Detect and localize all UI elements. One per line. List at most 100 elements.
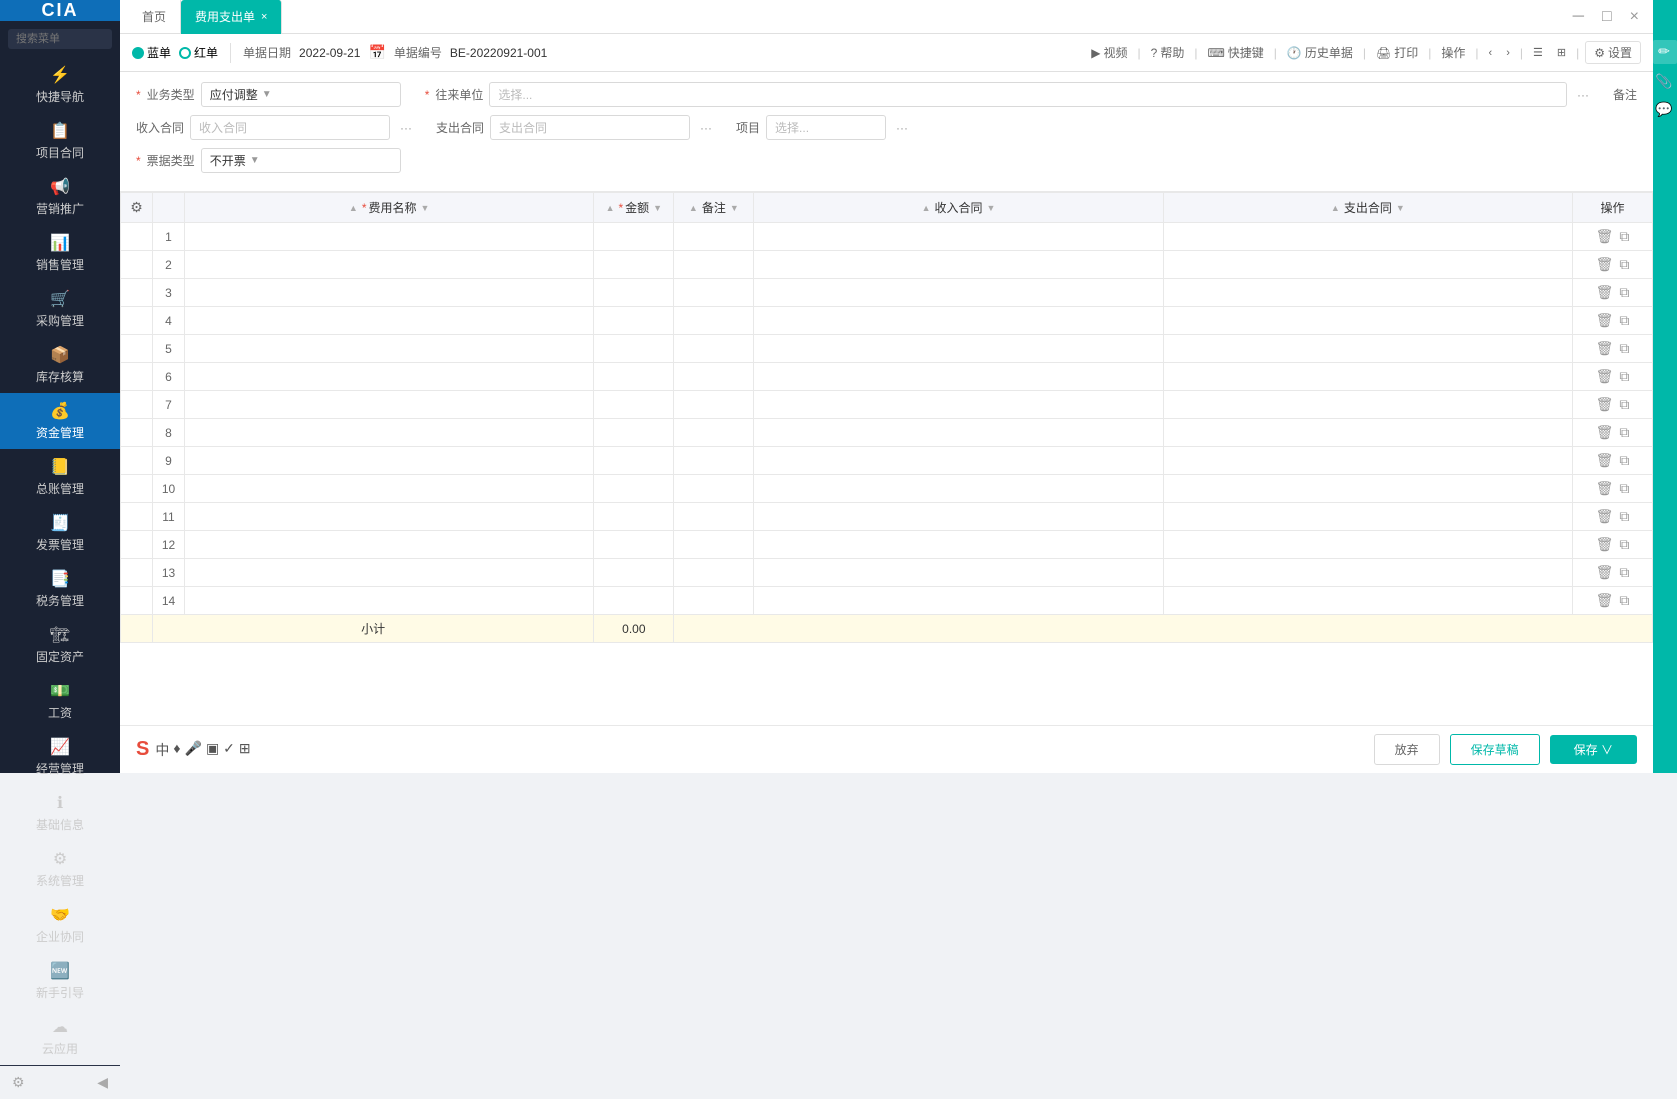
nav-next-button[interactable]: ›: [1502, 45, 1514, 61]
help-button[interactable]: ? 帮助: [1147, 42, 1189, 63]
row-copy-2[interactable]: ⧉: [1619, 256, 1629, 273]
row-amount-10[interactable]: [594, 475, 674, 503]
brand-icon-4[interactable]: ▣: [206, 740, 219, 760]
row-note-5[interactable]: [674, 335, 754, 363]
row-expense-11[interactable]: [1163, 503, 1572, 531]
tab-expense-sheet[interactable]: 费用支出单×: [181, 0, 282, 34]
sidebar-item-salary[interactable]: 💵工资: [0, 673, 120, 729]
row-note-1[interactable]: [674, 223, 754, 251]
save-draft-button[interactable]: 保存草稿: [1450, 734, 1540, 765]
expense-contract-dots[interactable]: ···: [700, 121, 712, 135]
maximize-button[interactable]: □: [1596, 6, 1618, 28]
sidebar-item-invoice-mgmt[interactable]: 🧾发票管理: [0, 505, 120, 561]
row-name-1[interactable]: [185, 223, 594, 251]
row-amount-3[interactable]: [594, 279, 674, 307]
row-copy-3[interactable]: ⧉: [1619, 284, 1629, 301]
row-income-4[interactable]: [754, 307, 1163, 335]
row-name-6[interactable]: [185, 363, 594, 391]
row-amount-8[interactable]: [594, 419, 674, 447]
row-expense-4[interactable]: [1163, 307, 1572, 335]
row-name-9[interactable]: [185, 447, 594, 475]
sidebar-item-fixed-assets[interactable]: 🏗固定资产: [0, 617, 120, 673]
tab-close-expense-sheet[interactable]: ×: [261, 11, 267, 23]
row-amount-2[interactable]: [594, 251, 674, 279]
sidebar-item-cloud-app[interactable]: ☁云应用: [0, 1009, 120, 1065]
row-amount-9[interactable]: [594, 447, 674, 475]
project-dots[interactable]: ···: [896, 121, 908, 135]
sort-down-name[interactable]: ▼: [421, 203, 430, 213]
print-button[interactable]: 🖨 打印: [1372, 42, 1422, 63]
row-delete-8[interactable]: 🗑: [1596, 424, 1614, 441]
row-expense-1[interactable]: [1163, 223, 1572, 251]
calendar-icon[interactable]: 📅: [368, 44, 385, 61]
row-delete-10[interactable]: 🗑: [1596, 480, 1614, 497]
row-copy-10[interactable]: ⧉: [1619, 480, 1629, 497]
row-delete-2[interactable]: 🗑: [1596, 256, 1614, 273]
business-type-select[interactable]: 应付调整 ▼: [201, 82, 401, 107]
row-income-11[interactable]: [754, 503, 1163, 531]
row-amount-6[interactable]: [594, 363, 674, 391]
row-delete-9[interactable]: 🗑: [1596, 452, 1614, 469]
sort-up-income[interactable]: ▲: [922, 203, 931, 213]
row-copy-7[interactable]: ⧉: [1619, 396, 1629, 413]
row-income-5[interactable]: [754, 335, 1163, 363]
row-expense-14[interactable]: [1163, 587, 1572, 615]
sidebar-item-tax-mgmt[interactable]: 📑税务管理: [0, 561, 120, 617]
row-amount-14[interactable]: [594, 587, 674, 615]
row-expense-9[interactable]: [1163, 447, 1572, 475]
row-amount-4[interactable]: [594, 307, 674, 335]
row-income-10[interactable]: [754, 475, 1163, 503]
sidebar-item-purchase-mgmt[interactable]: 🛒采购管理: [0, 281, 120, 337]
search-input[interactable]: [8, 29, 112, 49]
discard-button[interactable]: 放弃: [1374, 734, 1440, 765]
row-note-9[interactable]: [674, 447, 754, 475]
sidebar-item-system-mgmt[interactable]: ⚙系统管理: [0, 841, 120, 897]
brand-icon-5[interactable]: ✓: [223, 740, 235, 760]
row-amount-12[interactable]: [594, 531, 674, 559]
sidebar-item-quick-nav[interactable]: ⚡快捷导航: [0, 57, 120, 113]
row-expense-2[interactable]: [1163, 251, 1572, 279]
row-expense-6[interactable]: [1163, 363, 1572, 391]
row-amount-1[interactable]: [594, 223, 674, 251]
sort-down-income[interactable]: ▼: [987, 203, 996, 213]
sort-down-note[interactable]: ▼: [730, 203, 739, 213]
settings-button[interactable]: ⚙ 设置: [1585, 41, 1641, 64]
row-income-13[interactable]: [754, 559, 1163, 587]
tab-home[interactable]: 首页: [128, 0, 181, 34]
row-income-14[interactable]: [754, 587, 1163, 615]
row-note-10[interactable]: [674, 475, 754, 503]
row-note-13[interactable]: [674, 559, 754, 587]
row-amount-7[interactable]: [594, 391, 674, 419]
row-income-3[interactable]: [754, 279, 1163, 307]
row-copy-13[interactable]: ⧉: [1619, 564, 1629, 581]
sidebar-item-capital-mgmt[interactable]: 💰资金管理: [0, 393, 120, 449]
row-note-7[interactable]: [674, 391, 754, 419]
right-panel-edit[interactable]: ✏: [1653, 40, 1677, 64]
row-name-4[interactable]: [185, 307, 594, 335]
row-note-6[interactable]: [674, 363, 754, 391]
row-note-4[interactable]: [674, 307, 754, 335]
sidebar-settings-icon[interactable]: ⚙: [12, 1074, 25, 1091]
row-name-11[interactable]: [185, 503, 594, 531]
party-dots[interactable]: ···: [1577, 88, 1589, 102]
row-copy-1[interactable]: ⧉: [1619, 228, 1629, 245]
row-delete-5[interactable]: 🗑: [1596, 340, 1614, 357]
minimize-button[interactable]: ─: [1567, 6, 1590, 28]
sort-up-note[interactable]: ▲: [689, 203, 698, 213]
sidebar-item-ops-mgmt[interactable]: 📈经营管理: [0, 729, 120, 785]
save-button[interactable]: 保存 ∨: [1550, 735, 1637, 764]
sort-down-expense[interactable]: ▼: [1396, 203, 1405, 213]
sidebar-collapse-icon[interactable]: ◀: [97, 1074, 108, 1091]
row-note-3[interactable]: [674, 279, 754, 307]
row-note-2[interactable]: [674, 251, 754, 279]
close-button[interactable]: ×: [1624, 6, 1645, 28]
row-delete-12[interactable]: 🗑: [1596, 536, 1614, 553]
row-income-6[interactable]: [754, 363, 1163, 391]
income-contract-input[interactable]: 收入合同: [190, 115, 390, 140]
row-delete-4[interactable]: 🗑: [1596, 312, 1614, 329]
row-name-7[interactable]: [185, 391, 594, 419]
row-delete-3[interactable]: 🗑: [1596, 284, 1614, 301]
table-settings-icon[interactable]: ⚙: [130, 199, 143, 215]
project-input[interactable]: 选择...: [766, 115, 886, 140]
row-income-2[interactable]: [754, 251, 1163, 279]
